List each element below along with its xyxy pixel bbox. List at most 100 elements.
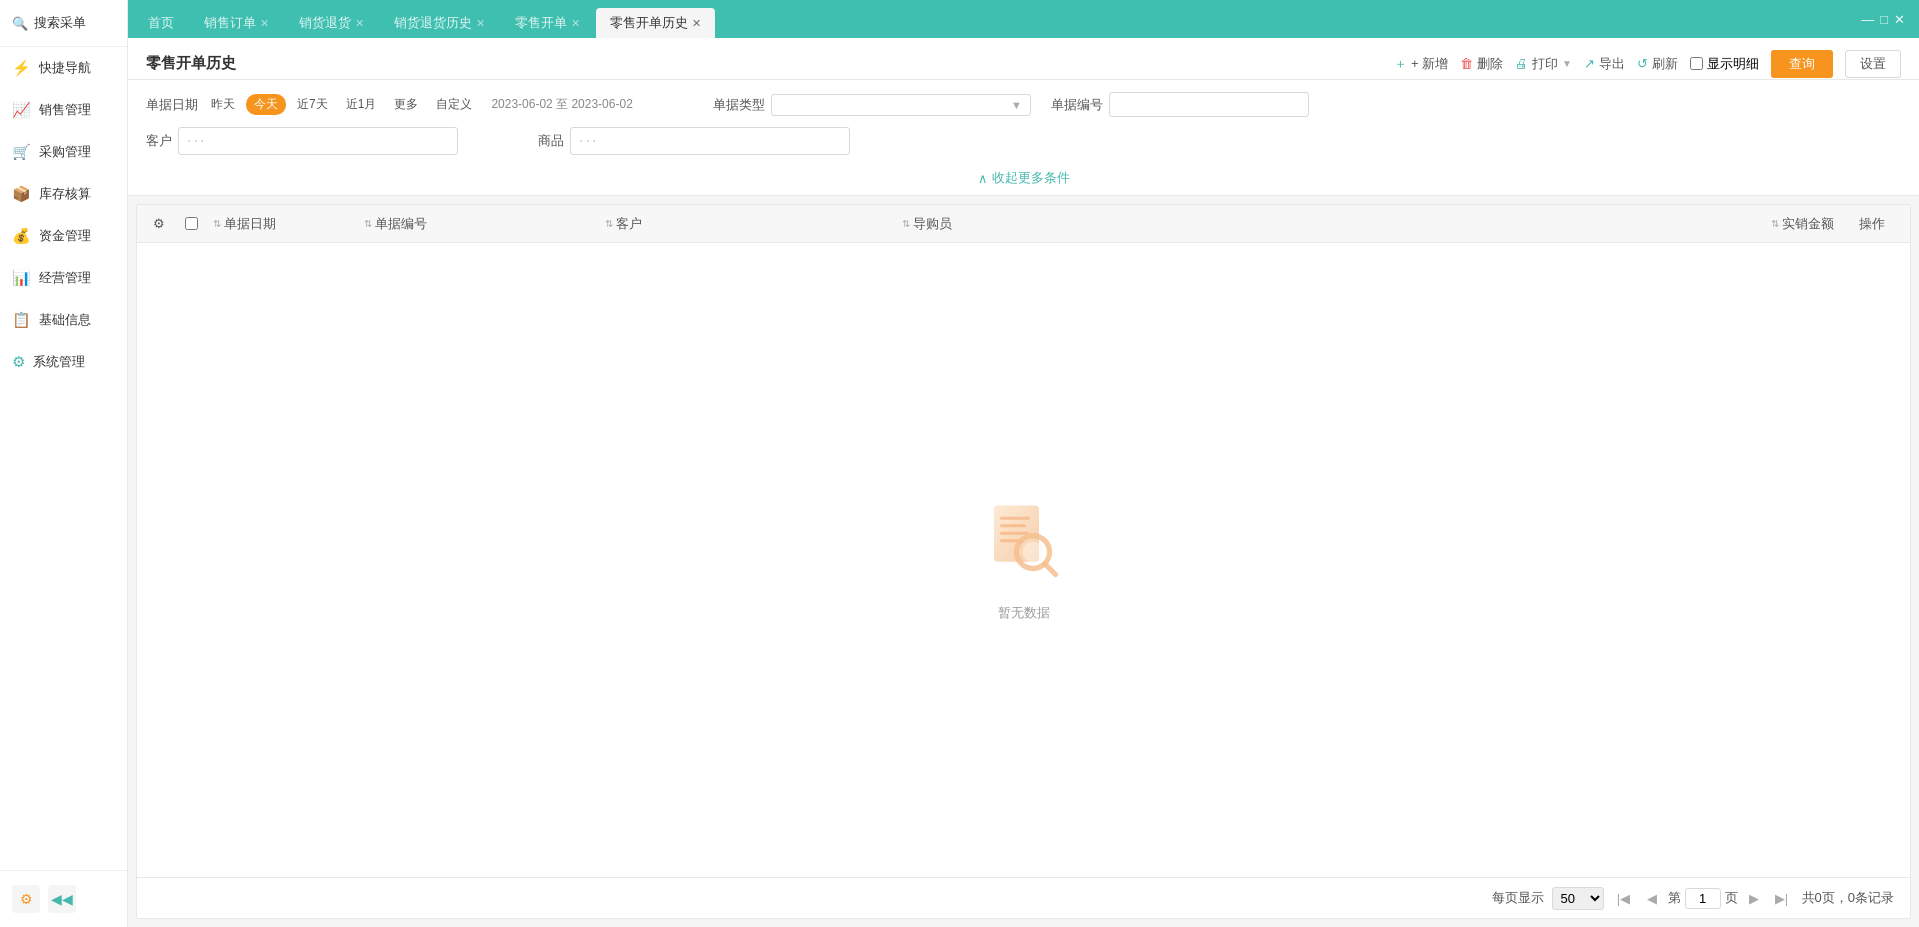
date-btn-今天[interactable]: 今天 [246, 94, 286, 115]
show-detail-checkbox[interactable] [1690, 57, 1703, 70]
sidebar-icon-finance: 💰 [12, 227, 31, 245]
page-label: 第 [1668, 889, 1681, 907]
pagination: 每页显示 50 100 200 |◀ ◀ 第 页 ▶ ▶| 共0页，0条记录 [137, 877, 1910, 918]
empty-text: 暂无数据 [998, 604, 1050, 622]
settings-icon-btn[interactable]: ⚙ [12, 885, 40, 913]
th-no[interactable]: ⇅ 单据编号 [356, 215, 597, 233]
sort-date-icon: ⇅ [213, 218, 221, 229]
date-btn-更多[interactable]: 更多 [387, 94, 425, 115]
sidebar-item-inventory[interactable]: 📦 库存核算 [0, 173, 127, 215]
last-page-btn[interactable]: ▶| [1770, 886, 1794, 910]
sidebar-label-sys-mgmt: 系统管理 [33, 353, 85, 371]
client-input[interactable]: ··· [178, 127, 458, 155]
doc-type-label: 单据类型 [713, 96, 765, 114]
date-filter: 单据日期 昨天今天近7天近1月更多自定义 2023-06-02 至 2023-0… [146, 94, 633, 115]
tab-sales-order[interactable]: 销售订单 ✕ [190, 8, 283, 38]
setting-btn[interactable]: 设置 [1845, 50, 1901, 78]
product-input[interactable]: ··· [570, 127, 850, 155]
sidebar-item-basic-info[interactable]: 📋基础信息 [0, 299, 127, 341]
sidebar-search[interactable]: 🔍 搜索采单 [0, 0, 127, 47]
next-page-btn[interactable]: ▶ [1742, 886, 1766, 910]
sidebar-item-finance[interactable]: 💰资金管理 [0, 215, 127, 257]
window-min-btn[interactable]: — [1861, 12, 1874, 27]
add-icon: ＋ [1394, 55, 1407, 73]
sidebar-item-operations[interactable]: 📊经营管理 [0, 257, 127, 299]
query-btn[interactable]: 查询 [1771, 50, 1833, 78]
per-page-label: 每页显示 [1492, 889, 1544, 907]
sidebar-item-quick-nav[interactable]: ⚡快捷导航 [0, 47, 127, 89]
window-controls: — □ ✕ [1861, 12, 1913, 27]
doc-type-select[interactable]: ▼ [771, 94, 1031, 116]
tab-label-sales-order: 销售订单 [204, 14, 256, 32]
export-btn[interactable]: ↗ 导出 [1584, 55, 1625, 73]
date-btn-近1月[interactable]: 近1月 [339, 94, 384, 115]
page-nav: |◀ ◀ 第 页 ▶ ▶| [1612, 886, 1794, 910]
sidebar-icon-inventory: 📦 [12, 185, 31, 203]
collapse-sidebar-btn[interactable]: ◀◀ [48, 885, 76, 913]
per-page-select[interactable]: 50 100 200 [1552, 887, 1604, 910]
sidebar-label-inventory: 库存核算 [39, 185, 91, 203]
doc-no-label: 单据编号 [1051, 96, 1103, 114]
sidebar-icon-sys-mgmt: ⚙ [12, 353, 25, 371]
tab-sales-return-history[interactable]: 销货退货历史✕ [380, 8, 499, 38]
th-checkbox[interactable] [177, 217, 205, 230]
delete-icon: 🗑 [1460, 56, 1473, 71]
date-btn-近7天[interactable]: 近7天 [290, 94, 335, 115]
table-container: ⚙ ⇅ 单据日期 ⇅ 单据编号 ⇅ 客户 ⇅ 导购员 ⇅ 实销金额 [136, 204, 1911, 919]
sidebar-label-sales-mgmt: 销售管理 [39, 101, 91, 119]
date-btn-昨天[interactable]: 昨天 [204, 94, 242, 115]
product-label: 商品 [538, 132, 564, 150]
client-label: 客户 [146, 132, 172, 150]
doc-no-input[interactable] [1109, 92, 1309, 117]
th-action: 操作 [1842, 215, 1902, 233]
empty-illustration [979, 498, 1069, 588]
window-close-btn[interactable]: ✕ [1894, 12, 1905, 27]
tab-sales-return[interactable]: 销货退货✕ [285, 8, 378, 38]
tab-close-retail-open-history[interactable]: ✕ [692, 17, 701, 30]
th-client[interactable]: ⇅ 客户 [597, 215, 894, 233]
show-detail-toggle[interactable]: 显示明细 [1690, 55, 1759, 73]
th-settings[interactable]: ⚙ [145, 216, 177, 231]
collapse-bar[interactable]: ∧ 收起更多条件 [146, 165, 1901, 187]
date-btn-自定义[interactable]: 自定义 [429, 94, 479, 115]
sidebar-item-sales-mgmt[interactable]: 📈销售管理 [0, 89, 127, 131]
window-max-btn[interactable]: □ [1880, 12, 1888, 27]
tab-close-retail-open[interactable]: ✕ [571, 17, 580, 30]
doc-type-dropdown-icon: ▼ [1011, 99, 1022, 111]
sidebar-label-operations: 经营管理 [39, 269, 91, 287]
refresh-btn[interactable]: ↺ 刷新 [1637, 55, 1678, 73]
page-input[interactable] [1685, 888, 1721, 909]
svg-line-6 [1045, 564, 1056, 575]
tab-close-sales-return-history[interactable]: ✕ [476, 17, 485, 30]
delete-btn[interactable]: 🗑 删除 [1460, 55, 1503, 73]
main-area: 首页销售订单✕销货退货✕销货退货历史✕零售开单✕零售开单历史✕ — □ ✕ 零售… [128, 0, 1919, 927]
total-label: 共0页，0条记录 [1802, 889, 1894, 907]
first-page-btn[interactable]: |◀ [1612, 886, 1636, 910]
doc-no-filter: 单据编号 [1051, 92, 1309, 117]
select-all-checkbox[interactable] [185, 217, 198, 230]
print-icon: 🖨 [1515, 56, 1528, 71]
search-icon: 🔍 [12, 16, 28, 31]
sort-no-icon: ⇅ [364, 218, 372, 229]
prev-page-btn[interactable]: ◀ [1640, 886, 1664, 910]
add-btn[interactable]: ＋ + 新增 [1394, 55, 1448, 73]
print-btn[interactable]: 🖨 打印 ▼ [1515, 55, 1572, 73]
th-amount[interactable]: ⇅ 实销金额 [1657, 215, 1842, 233]
th-guide[interactable]: ⇅ 导购员 [894, 215, 1079, 233]
date-label: 单据日期 [146, 96, 198, 114]
sidebar-item-sys-mgmt[interactable]: ⚙ 系统管理 [0, 341, 127, 383]
tab-retail-open-history[interactable]: 零售开单历史✕ [596, 8, 715, 38]
sidebar-item-purchase-mgmt[interactable]: 🛒采购管理 [0, 131, 127, 173]
tab-label-home: 首页 [148, 14, 174, 32]
sort-amount-icon: ⇅ [1771, 218, 1779, 229]
tab-home[interactable]: 首页 [134, 8, 188, 38]
collapse-label: 收起更多条件 [992, 169, 1070, 187]
page-header: 零售开单历史 ＋ + 新增 🗑 删除 🖨 打印 ▼ ↗ 导出 ↺ 刷新 [128, 38, 1919, 80]
filter-row-2: 客户 ··· 商品 ··· [146, 127, 1901, 155]
table-header: ⚙ ⇅ 单据日期 ⇅ 单据编号 ⇅ 客户 ⇅ 导购员 ⇅ 实销金额 [137, 205, 1910, 243]
th-date[interactable]: ⇅ 单据日期 [205, 215, 356, 233]
tab-close-sales-return[interactable]: ✕ [355, 17, 364, 30]
tab-close-sales-order[interactable]: ✕ [260, 17, 269, 30]
tab-retail-open[interactable]: 零售开单✕ [501, 8, 594, 38]
sidebar-bottom: ⚙ ◀◀ [0, 870, 127, 927]
